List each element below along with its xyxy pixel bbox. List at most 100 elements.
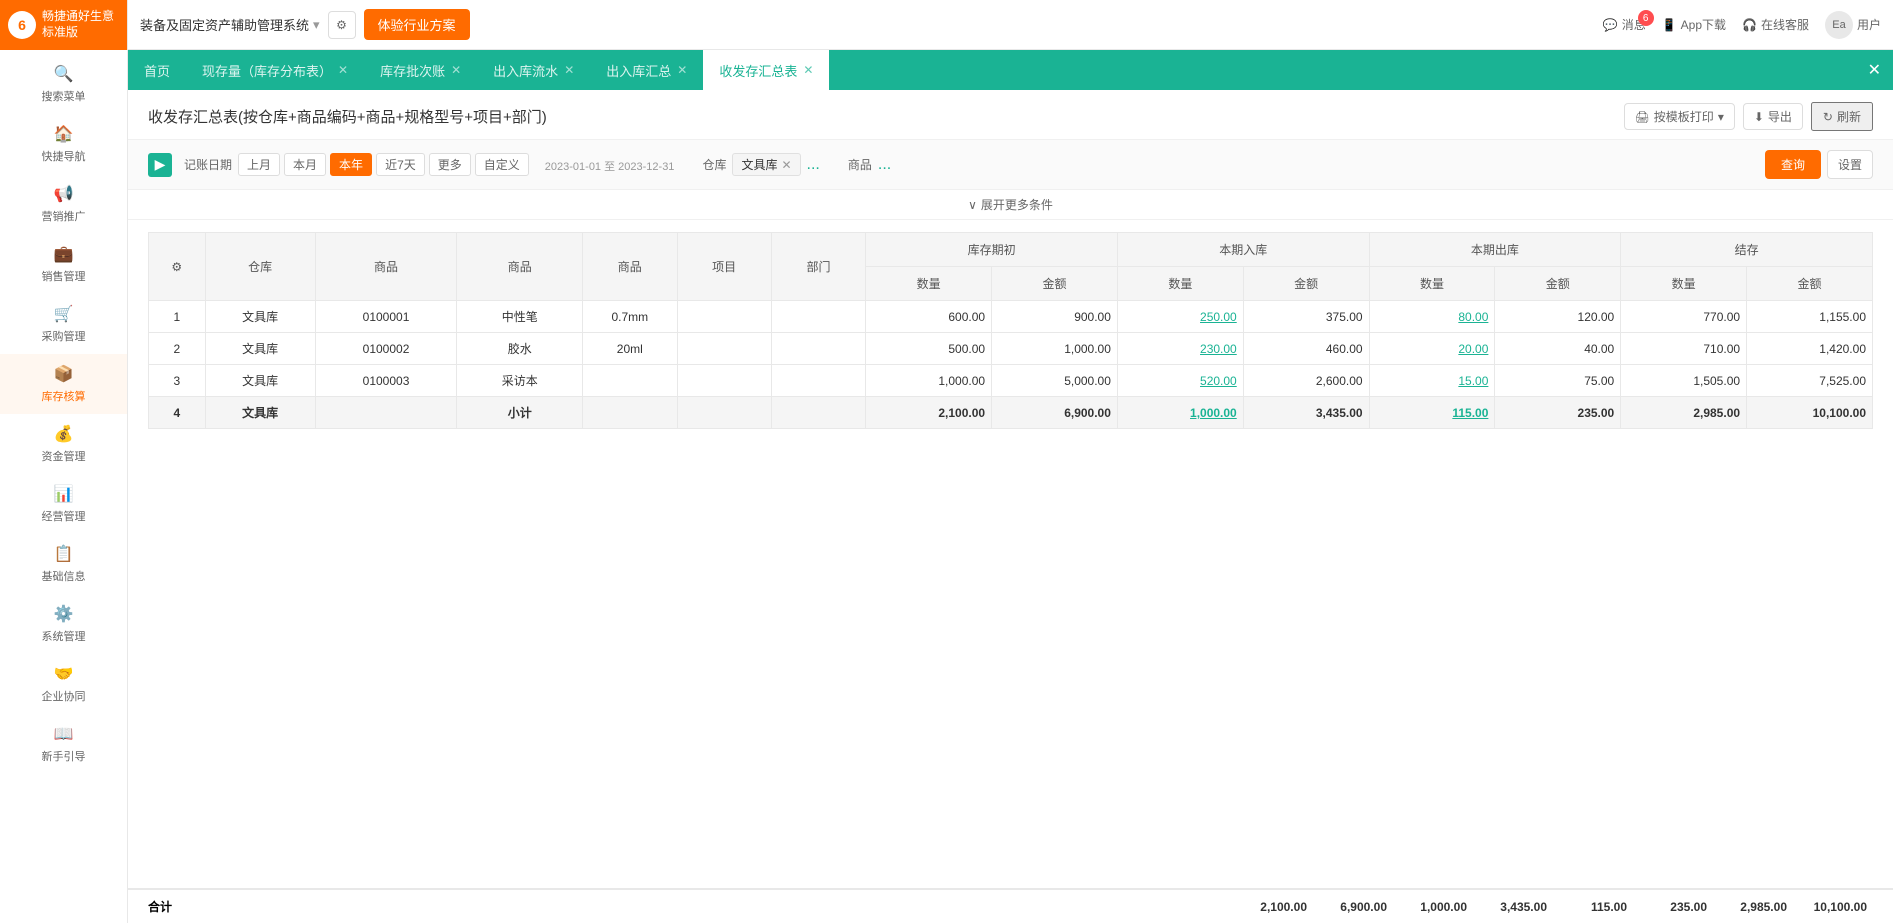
message-button[interactable]: 💬 消息 6	[1603, 16, 1646, 33]
footer-out-amt: 235.00	[1633, 900, 1713, 914]
date-shortcut-上月[interactable]: 上月	[238, 153, 280, 176]
sidebar-label-guide: 新手引导	[42, 748, 86, 764]
th-open-amt: 金额	[992, 267, 1118, 301]
tab-in_out_flow[interactable]: 出入库流水✕	[477, 50, 590, 90]
th-project: 项目	[677, 233, 771, 301]
sidebar-label-marketing: 营销推广	[42, 208, 86, 224]
sidebar-item-quicknav[interactable]: 🏠快捷导航	[0, 114, 127, 174]
warehouse-tag-close[interactable]: ✕	[781, 158, 791, 172]
export-label: 导出	[1768, 108, 1792, 125]
cell-r3-c9[interactable]: 1,000.00	[1117, 397, 1243, 429]
cell-r0-c0: 1	[149, 301, 206, 333]
table-row: 1文具库0100001中性笔0.7mm600.00900.00250.00375…	[149, 301, 1873, 333]
print-button[interactable]: 🖨 按模板打印 ▾	[1624, 103, 1735, 130]
column-settings-button[interactable]: 设置	[1827, 150, 1873, 179]
filter-toggle-button[interactable]: ▶	[148, 153, 172, 177]
sidebar-item-finance[interactable]: 💰 资金管理	[0, 414, 127, 474]
dropdown-icon: ▾	[1718, 110, 1724, 124]
th-open-qty: 数量	[866, 267, 992, 301]
app-download-button[interactable]: 📱 App下载	[1662, 16, 1726, 33]
query-button[interactable]: 查询	[1765, 150, 1821, 179]
warehouse-tag[interactable]: 文具库 ✕	[732, 153, 800, 176]
tab-recv_send_summary[interactable]: 收发存汇总表✕	[703, 50, 829, 90]
page-actions: 🖨 按模板打印 ▾ ⬇ 导出 ↻ 刷新	[1624, 102, 1873, 131]
th-balance-group: 结存	[1621, 233, 1873, 267]
filter-bar: ▶ 记账日期 上月本月本年近7天更多自定义 2023-01-01 至 2023-…	[128, 140, 1893, 190]
trial-button[interactable]: 体验行业方案	[364, 9, 470, 40]
sidebar-item-basic[interactable]: 📋基础信息	[0, 534, 127, 594]
tab-batch_ledger[interactable]: 库存批次账 ✕	[364, 50, 477, 90]
sidebar-item-purchase[interactable]: 🛒采购管理	[0, 294, 127, 354]
tab-close-in_out_flow[interactable]: ✕	[564, 63, 574, 77]
footer-out-qty: 115.00	[1553, 900, 1633, 914]
cell-r3-c7: 2,100.00	[866, 397, 992, 429]
expand-bar: ∨ 展开更多条件	[128, 190, 1893, 220]
avatar: Ea	[1825, 11, 1853, 39]
logo-icon: 6	[8, 11, 36, 39]
sidebar-item-guide[interactable]: 📖 新手引导	[0, 714, 127, 774]
user-menu[interactable]: Ea 用户	[1825, 11, 1881, 39]
th-opening-group: 库存期初	[866, 233, 1118, 267]
sidebar-icon-search: 🔍	[54, 64, 74, 84]
footer-total: 合计 2,100.00 6,900.00 1,000.00 3,435.00 1…	[128, 888, 1893, 923]
footer-in-qty: 1,000.00	[1393, 900, 1473, 914]
tab-bar: 首页现存量（库存分布表）✕库存批次账✕出入库流水✕出入库汇总✕收发存汇总表✕✕	[128, 50, 1893, 90]
settings-button[interactable]: ⚙	[328, 11, 356, 39]
cell-r1-c9[interactable]: 230.00	[1117, 333, 1243, 365]
online-service-button[interactable]: 🎧 在线客服	[1742, 16, 1809, 33]
tab-close-batch_ledger[interactable]: ✕	[451, 63, 461, 77]
goods-ellipsis[interactable]: ...	[878, 156, 891, 174]
sidebar-icon-finance: 💰	[54, 424, 74, 444]
cell-r3-c11[interactable]: 115.00	[1369, 397, 1495, 429]
sidebar-icon-sales: 💼	[54, 244, 74, 264]
tab-inventory_dist[interactable]: 现存量（库存分布表）✕	[186, 50, 364, 90]
cell-r0-c9[interactable]: 250.00	[1117, 301, 1243, 333]
tab-close-in_out_summary[interactable]: ✕	[677, 63, 687, 77]
th-settings[interactable]: ⚙	[149, 233, 206, 301]
sidebar-label-finance: 资金管理	[42, 448, 86, 464]
cell-r2-c9[interactable]: 520.00	[1117, 365, 1243, 397]
sidebar-item-search[interactable]: 🔍搜索菜单	[0, 54, 127, 114]
cell-r0-c13: 770.00	[1621, 301, 1747, 333]
date-shortcut-本月[interactable]: 本月	[284, 153, 326, 176]
cell-r3-c0: 4	[149, 397, 206, 429]
cell-r0-c11[interactable]: 80.00	[1369, 301, 1495, 333]
th-warehouse: 仓库	[205, 233, 315, 301]
sidebar-item-system[interactable]: ⚙️系统管理	[0, 594, 127, 654]
date-shortcut-更多[interactable]: 更多	[429, 153, 471, 176]
sidebar-label-purchase: 采购管理	[42, 328, 86, 344]
tab-home[interactable]: 首页	[128, 50, 186, 90]
date-shortcut-本年[interactable]: 本年	[330, 153, 372, 176]
cell-r0-c12: 120.00	[1495, 301, 1621, 333]
tab-close-inventory_dist[interactable]: ✕	[338, 63, 348, 77]
cell-r2-c13: 1,505.00	[1621, 365, 1747, 397]
refresh-button[interactable]: ↻ 刷新	[1811, 102, 1873, 131]
sidebar-label-sales: 销售管理	[42, 268, 86, 284]
page-header: 收发存汇总表(按仓库+商品编码+商品+规格型号+项目+部门) 🖨 按模板打印 ▾…	[128, 90, 1893, 140]
sidebar-item-operation[interactable]: 📊经营管理	[0, 474, 127, 534]
refresh-label: 刷新	[1837, 108, 1861, 125]
logo-text: 畅捷通好生意 标准版	[42, 9, 114, 40]
cell-r1-c11[interactable]: 20.00	[1369, 333, 1495, 365]
date-shortcut-近7天[interactable]: 近7天	[376, 153, 425, 176]
warehouse-ellipsis[interactable]: ...	[807, 156, 820, 174]
cell-r1-c3: 胶水	[457, 333, 583, 365]
cell-r2-c11[interactable]: 15.00	[1369, 365, 1495, 397]
expand-more-button[interactable]: ∨ 展开更多条件	[968, 196, 1053, 213]
sidebar-item-marketing[interactable]: 📢营销推广	[0, 174, 127, 234]
cell-r1-c6	[771, 333, 865, 365]
sidebar-item-sales[interactable]: 💼 销售管理	[0, 234, 127, 294]
sidebar-item-inventory[interactable]: 📦库存核算	[0, 354, 127, 414]
message-icon: 💬	[1603, 18, 1618, 32]
sidebar-item-coop[interactable]: 🤝企业协同	[0, 654, 127, 714]
tab-close-recv_send_summary[interactable]: ✕	[803, 63, 813, 77]
tab-bar-close[interactable]: ✕	[1856, 60, 1893, 80]
system-selector[interactable]: 装备及固定资产辅助管理系统 ▾	[140, 15, 320, 34]
tab-in_out_summary[interactable]: 出入库汇总✕	[590, 50, 703, 90]
footer-open-qty: 2,100.00	[1233, 900, 1313, 914]
page-content: 收发存汇总表(按仓库+商品编码+商品+规格型号+项目+部门) 🖨 按模板打印 ▾…	[128, 90, 1893, 923]
export-button[interactable]: ⬇ 导出	[1743, 103, 1803, 130]
sidebar-icon-guide: 📖	[54, 724, 74, 744]
date-shortcut-自定义[interactable]: 自定义	[475, 153, 529, 176]
tab-label-batch_ledger: 库存批次账	[380, 61, 445, 80]
